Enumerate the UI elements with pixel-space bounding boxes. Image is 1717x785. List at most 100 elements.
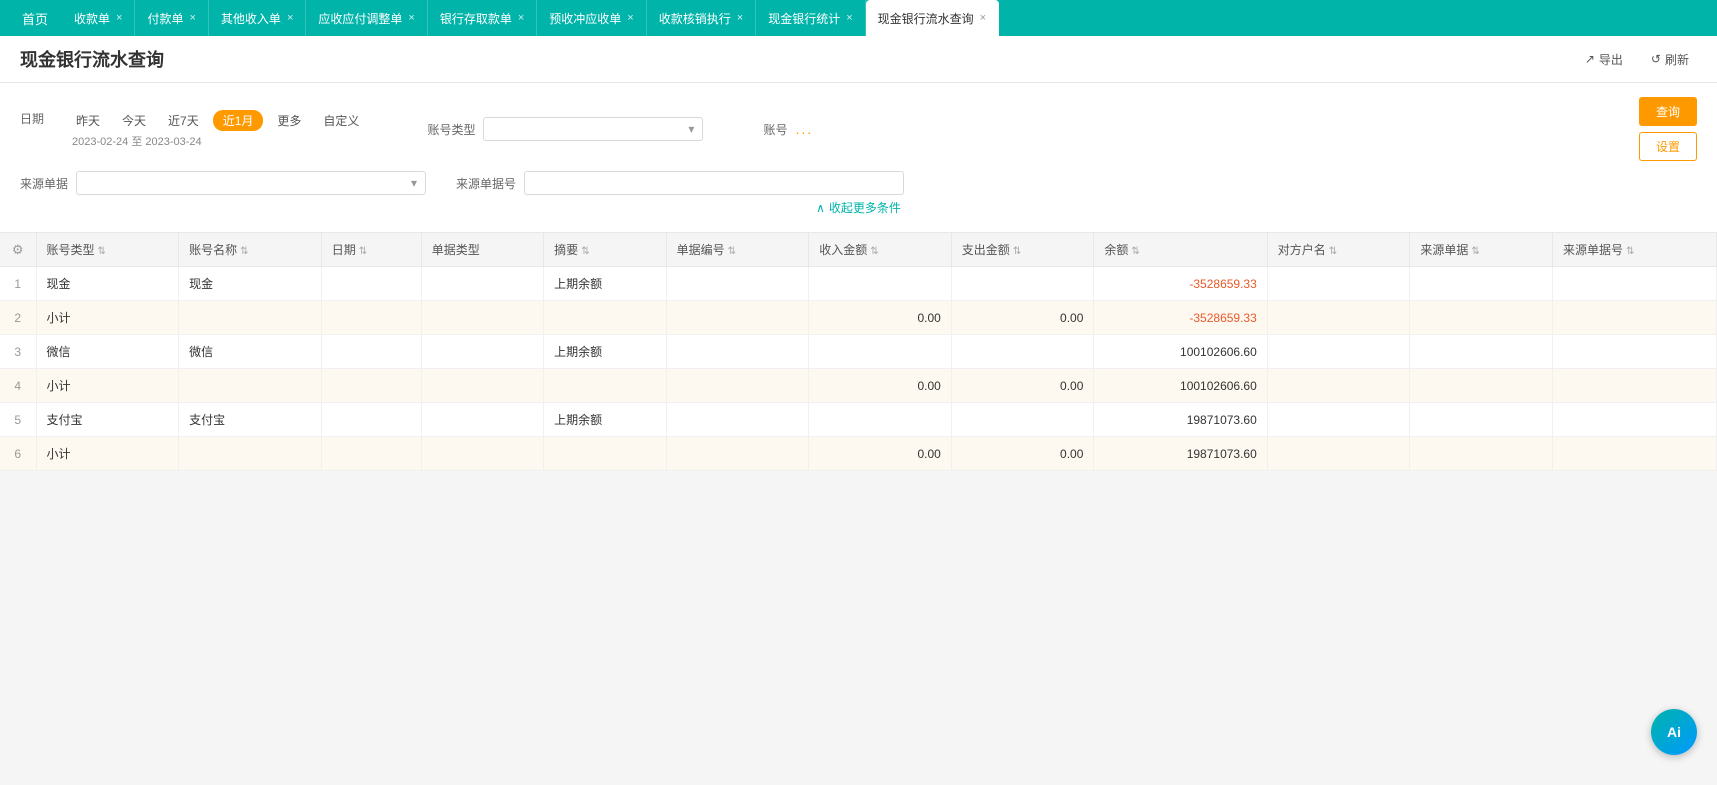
cell-source-doc: [1410, 267, 1553, 301]
nav-tab-预收冲应收单[interactable]: 预收冲应收单×: [537, 0, 646, 36]
source-doc-label: 来源单据: [20, 175, 68, 192]
nav-tab-银行存取款单[interactable]: 银行存取款单×: [428, 0, 537, 36]
cell-account-name: 现金: [179, 267, 322, 301]
cell-date: [321, 403, 421, 437]
nav-tab-label: 付款单: [147, 10, 183, 27]
close-tab-icon[interactable]: ×: [980, 12, 986, 24]
cell-account-name: [179, 437, 322, 471]
date-option-昨天[interactable]: 昨天: [68, 110, 108, 131]
close-tab-icon[interactable]: ×: [189, 12, 195, 24]
close-tab-icon[interactable]: ×: [518, 12, 524, 24]
cell-income: [809, 335, 952, 369]
cell-balance: 19871073.60: [1094, 437, 1267, 471]
row-num: 3: [0, 335, 36, 369]
col-account-name: 账号名称⇅: [179, 233, 322, 267]
cell-doc-no: [666, 437, 809, 471]
account-filter: 账号 ...: [763, 121, 813, 138]
cell-expend: 0.00: [951, 301, 1094, 335]
sort-icon-source-doc: ⇅: [1471, 246, 1479, 257]
cell-date: [321, 267, 421, 301]
date-options: 昨天今天近7天近1月更多自定义: [68, 110, 367, 131]
cell-source-doc-no: [1553, 403, 1717, 437]
date-option-近1月[interactable]: 近1月: [213, 110, 264, 131]
close-tab-icon[interactable]: ×: [627, 12, 633, 24]
date-option-自定义[interactable]: 自定义: [315, 110, 367, 131]
cell-account-name: 微信: [179, 335, 322, 369]
cell-doc-type: [421, 335, 543, 369]
gear-icon[interactable]: ⚙: [12, 242, 24, 257]
source-doc-num-input[interactable]: [524, 171, 904, 195]
cell-doc-type: [421, 369, 543, 403]
date-option-更多[interactable]: 更多: [269, 110, 309, 131]
sort-icon-account-type: ⇅: [98, 246, 106, 257]
export-icon: ↗: [1585, 52, 1595, 66]
table-row: 4 小计 0.00 0.00 100102606.60: [0, 369, 1717, 403]
close-tab-icon[interactable]: ×: [846, 12, 852, 24]
cell-expend: [951, 403, 1094, 437]
nav-tab-付款单[interactable]: 付款单 ×: [135, 0, 208, 36]
cell-date: [321, 369, 421, 403]
nav-tab-收款单[interactable]: 收款单×: [62, 0, 135, 36]
cell-expend: 0.00: [951, 369, 1094, 403]
cell-balance: -3528659.33: [1094, 301, 1267, 335]
query-button[interactable]: 查询: [1639, 97, 1697, 126]
cell-account-type: 现金: [36, 267, 179, 301]
cell-income: 0.00: [809, 437, 952, 471]
cell-balance: 100102606.60: [1094, 369, 1267, 403]
nav-tab-现金银行统计[interactable]: 现金银行统计 ×: [756, 0, 865, 36]
date-label: 日期: [20, 110, 60, 127]
col-date: 日期⇅: [321, 233, 421, 267]
source-doc-num-group: 来源单据号: [456, 171, 904, 195]
cell-account-name: [179, 369, 322, 403]
cell-summary: 上期余额: [544, 335, 666, 369]
date-option-近7天[interactable]: 近7天: [160, 110, 207, 131]
nav-tab-label: 现金银行统计: [768, 10, 840, 27]
source-doc-select[interactable]: ▾: [76, 171, 426, 195]
cell-account-name: [179, 301, 322, 335]
refresh-button[interactable]: ↺ 刷新: [1643, 47, 1697, 72]
cell-doc-type: [421, 267, 543, 301]
cell-date: [321, 437, 421, 471]
cell-counterparty: [1267, 335, 1410, 369]
col-source-doc: 来源单据⇅: [1410, 233, 1553, 267]
col-counterparty: 对方户名⇅: [1267, 233, 1410, 267]
cell-account-type: 小计: [36, 369, 179, 403]
nav-tab-收款核销执行[interactable]: 收款核销执行×: [647, 0, 756, 36]
ai-label: Ai: [1667, 724, 1681, 740]
nav-tab-现金银行流水查询[interactable]: 现金银行流水查询×: [866, 0, 999, 36]
cell-source-doc-no: [1553, 267, 1717, 301]
ai-button[interactable]: Ai: [1651, 709, 1697, 755]
cell-expend: [951, 267, 1094, 301]
collapse-bar[interactable]: ∧ 收起更多条件: [20, 195, 1697, 218]
nav-tab-应收应付调整单[interactable]: 应收应付调整单×: [306, 0, 427, 36]
table-row: 5 支付宝 支付宝 上期余额 19871073.60: [0, 403, 1717, 437]
cell-counterparty: [1267, 437, 1410, 471]
close-tab-icon[interactable]: ×: [287, 12, 293, 24]
nav-tab-其他收入单[interactable]: 其他收入单×: [209, 0, 306, 36]
cell-account-type: 小计: [36, 437, 179, 471]
sort-icon-date: ⇅: [359, 246, 367, 257]
cell-income: [809, 267, 952, 301]
date-option-今天[interactable]: 今天: [114, 110, 154, 131]
row-num: 5: [0, 403, 36, 437]
close-tab-icon[interactable]: ×: [737, 12, 743, 24]
collapse-label: 收起更多条件: [829, 199, 901, 216]
export-button[interactable]: ↗ 导出: [1577, 47, 1631, 72]
row-num: 4: [0, 369, 36, 403]
sort-icon-doc-no: ⇅: [728, 246, 736, 257]
table-row: 1 现金 现金 上期余额 -3528659.33: [0, 267, 1717, 301]
col-expend: 支出金额⇅: [951, 233, 1094, 267]
close-tab-icon[interactable]: ×: [408, 12, 414, 24]
main-table: ⚙ 账号类型⇅ 账号名称⇅ 日期⇅ 单据类型 摘要⇅ 单据编号⇅ 收入金额⇅ 支…: [0, 233, 1717, 471]
date-range: 2023-02-24 至 2023-03-24: [72, 133, 367, 149]
cell-source-doc: [1410, 335, 1553, 369]
cell-doc-no: [666, 403, 809, 437]
table-container: ⚙ 账号类型⇅ 账号名称⇅ 日期⇅ 单据类型 摘要⇅ 单据编号⇅ 收入金额⇅ 支…: [0, 233, 1717, 471]
account-dots-button[interactable]: ...: [795, 121, 813, 137]
close-tab-icon[interactable]: ×: [116, 12, 122, 24]
cell-summary: 上期余额: [544, 403, 666, 437]
nav-home[interactable]: 首页: [8, 9, 62, 28]
setting-button[interactable]: 设置: [1639, 132, 1697, 161]
cell-income: 0.00: [809, 301, 952, 335]
account-type-select[interactable]: ▾: [483, 117, 703, 141]
